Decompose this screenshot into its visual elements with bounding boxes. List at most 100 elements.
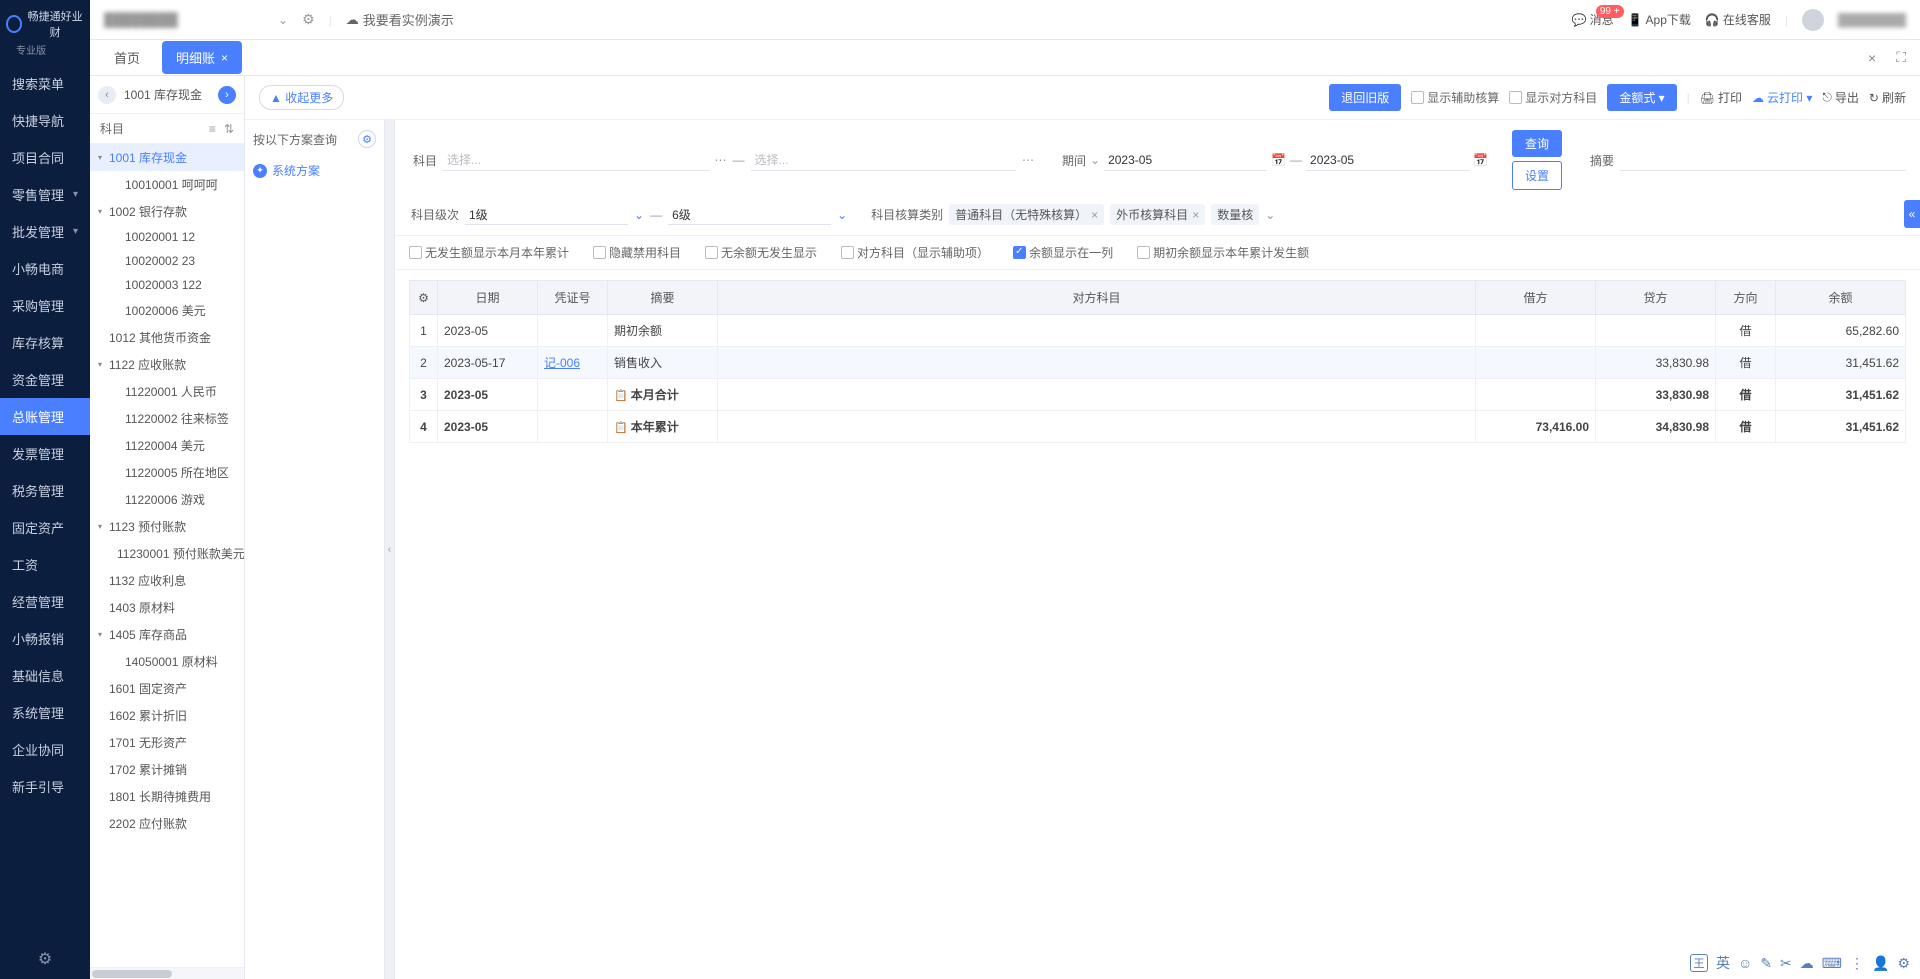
more-icon[interactable]: ⋯ (1022, 153, 1034, 167)
nav-item[interactable]: 税务管理 (0, 472, 90, 509)
tree-node[interactable]: 11220001 人民币 (90, 378, 244, 405)
tree-node[interactable]: 1132 应收利息 (90, 567, 244, 594)
ime-menu-icon[interactable]: ⋮ (1850, 955, 1864, 972)
service-button[interactable]: 🎧 在线客服 (1705, 11, 1771, 28)
nav-item[interactable]: 搜索菜单 (0, 65, 90, 102)
summary-input[interactable] (1620, 150, 1906, 171)
collapse-more-button[interactable]: ▲ 收起更多 (259, 85, 344, 110)
ime-keyboard-icon[interactable]: ⌨ (1822, 955, 1842, 972)
ime-scissors-icon[interactable]: ✂ (1780, 955, 1792, 972)
tree-node[interactable]: 1012 其他货币资金 (90, 324, 244, 351)
check-opposite-aux[interactable]: 对方科目（显示辅助项） (841, 244, 989, 261)
table-settings-icon[interactable]: ⚙ (410, 281, 438, 315)
cloud-print-button[interactable]: ☁云打印 ▾ (1752, 89, 1812, 106)
tab-home[interactable]: 首页 (100, 41, 154, 74)
nav-item[interactable]: 发票管理 (0, 435, 90, 472)
level-to-select[interactable] (668, 204, 831, 225)
tree-node[interactable]: ▾1001 库存现金 (90, 144, 244, 171)
tab-detail[interactable]: 明细账 × (162, 41, 242, 74)
nav-item[interactable]: 采购管理 (0, 287, 90, 324)
nav-item[interactable]: 固定资产 (0, 509, 90, 546)
message-button[interactable]: 💬 消息 99 + (1572, 11, 1614, 28)
ime-wang-icon[interactable]: 王 (1690, 954, 1708, 972)
user-name[interactable]: ████████ (1838, 13, 1906, 27)
tree-node[interactable]: 1601 固定资产 (90, 675, 244, 702)
nav-item[interactable]: 工资 (0, 546, 90, 583)
tree-filter-icon[interactable]: ⇅ (224, 122, 234, 136)
ime-user-icon[interactable]: 👤 (1872, 955, 1889, 972)
fullscreen-icon[interactable]: ⛶ (1892, 45, 1910, 70)
side-expand-tab[interactable]: « (1904, 200, 1920, 228)
nav-item[interactable]: 总账管理 (0, 398, 90, 435)
more-icon[interactable]: ⋯ (715, 153, 727, 167)
ime-cloud-icon[interactable]: ☁ (1800, 955, 1814, 972)
export-button[interactable]: ⎋导出 (1822, 89, 1859, 106)
tree-node[interactable]: 10020006 美元 (90, 297, 244, 324)
type-tag-fx[interactable]: 外币核算科目× (1110, 204, 1205, 225)
print-button[interactable]: 🖨打印 (1700, 89, 1742, 106)
ime-lang[interactable]: 英 (1716, 953, 1730, 973)
tree-current-account[interactable]: 1001 库存现金 (120, 84, 214, 105)
tree-node[interactable]: 11220006 游戏 (90, 486, 244, 513)
nav-item[interactable]: 基础信息 (0, 657, 90, 694)
tree-node[interactable]: 11220004 美元 (90, 432, 244, 459)
query-button[interactable]: 查询 (1512, 130, 1562, 157)
nav-item[interactable]: 快捷导航 (0, 102, 90, 139)
close-icon[interactable]: × (221, 51, 228, 65)
tree-node[interactable]: 10020002 23 (90, 249, 244, 273)
refresh-button[interactable]: ↻刷新 (1869, 89, 1906, 106)
calendar-icon[interactable]: 📅 (1473, 153, 1488, 167)
ime-smile-icon[interactable]: ☺ (1738, 955, 1752, 971)
org-settings-icon[interactable]: ⚙ (302, 11, 315, 28)
period-from-input[interactable] (1104, 150, 1267, 171)
table-row[interactable]: 42023-05📋本年累计73,416.0034,830.98借31,451.6… (410, 411, 1906, 443)
voucher-link[interactable]: 记-006 (544, 356, 580, 370)
download-button[interactable]: 📱 App下载 (1628, 11, 1691, 28)
org-caret-icon[interactable]: ⌄ (278, 13, 288, 27)
demo-link[interactable]: ☁ 我要看实例演示 (346, 10, 454, 29)
table-row[interactable]: 12023-05期初余额借65,282.60 (410, 315, 1906, 347)
ime-gear-icon[interactable]: ⚙ (1897, 955, 1910, 972)
period-caret-icon[interactable]: ⌄ (1090, 153, 1100, 167)
old-version-button[interactable]: 退回旧版 (1329, 84, 1401, 111)
settings-button[interactable]: 设置 (1512, 161, 1562, 190)
nav-item[interactable]: 经营管理 (0, 583, 90, 620)
tree-node[interactable]: 1701 无形资产 (90, 729, 244, 756)
system-scheme-item[interactable]: ✦ 系统方案 (253, 156, 376, 185)
check-balance-one-col[interactable]: 余额显示在一列 (1013, 244, 1113, 261)
tree-node[interactable]: 11220002 往来标签 (90, 405, 244, 432)
table-row[interactable]: 22023-05-17记-006销售收入33,830.98借31,451.62 (410, 347, 1906, 379)
tree-scrollbar[interactable] (90, 967, 244, 979)
tree-node[interactable]: 11230001 预付账款美元 (90, 540, 244, 567)
subject-to-input[interactable] (751, 150, 1017, 171)
subject-from-input[interactable] (443, 150, 709, 171)
tree-node[interactable]: 1702 累计摊销 (90, 756, 244, 783)
tree-node[interactable]: 11220005 所在地区 (90, 459, 244, 486)
tree-prev-button[interactable]: ‹ (98, 86, 116, 104)
nav-item[interactable]: 小畅报销 (0, 620, 90, 657)
scheme-settings-icon[interactable]: ⚙ (358, 130, 376, 148)
nav-item[interactable]: 库存核算 (0, 324, 90, 361)
sidebar-settings-icon[interactable]: ⚙ (0, 939, 90, 979)
check-hide-disabled[interactable]: 隐藏禁用科目 (593, 244, 681, 261)
tree-node[interactable]: 1602 累计折旧 (90, 702, 244, 729)
tree-node[interactable]: 1801 长期待摊费用 (90, 783, 244, 810)
tree-node[interactable]: ▾1405 库存商品 (90, 621, 244, 648)
type-tag-normal[interactable]: 普通科目（无特殊核算）× (949, 204, 1104, 225)
nav-item[interactable]: 系统管理 (0, 694, 90, 731)
nav-item[interactable]: 零售管理▾ (0, 176, 90, 213)
nav-item[interactable]: 批发管理▾ (0, 213, 90, 250)
collapse-scheme-handle[interactable]: ‹ (385, 120, 395, 979)
tree-node[interactable]: 10020001 12 (90, 225, 244, 249)
ime-edit-icon[interactable]: ✎ (1760, 955, 1772, 972)
tree-next-button[interactable]: › (218, 86, 236, 104)
tree-node[interactable]: 10020003 122 (90, 273, 244, 297)
type-tag-qty[interactable]: 数量核 (1211, 204, 1259, 225)
remove-icon[interactable]: × (1091, 208, 1098, 222)
nav-item[interactable]: 企业协同 (0, 731, 90, 768)
tree-node[interactable]: ▾1122 应收账款 (90, 351, 244, 378)
close-all-icon[interactable]: × (1864, 46, 1880, 70)
calendar-icon[interactable]: 📅 (1271, 153, 1286, 167)
org-selector[interactable]: ████████ (104, 12, 264, 27)
tree-node[interactable]: ▾1123 预付账款 (90, 513, 244, 540)
